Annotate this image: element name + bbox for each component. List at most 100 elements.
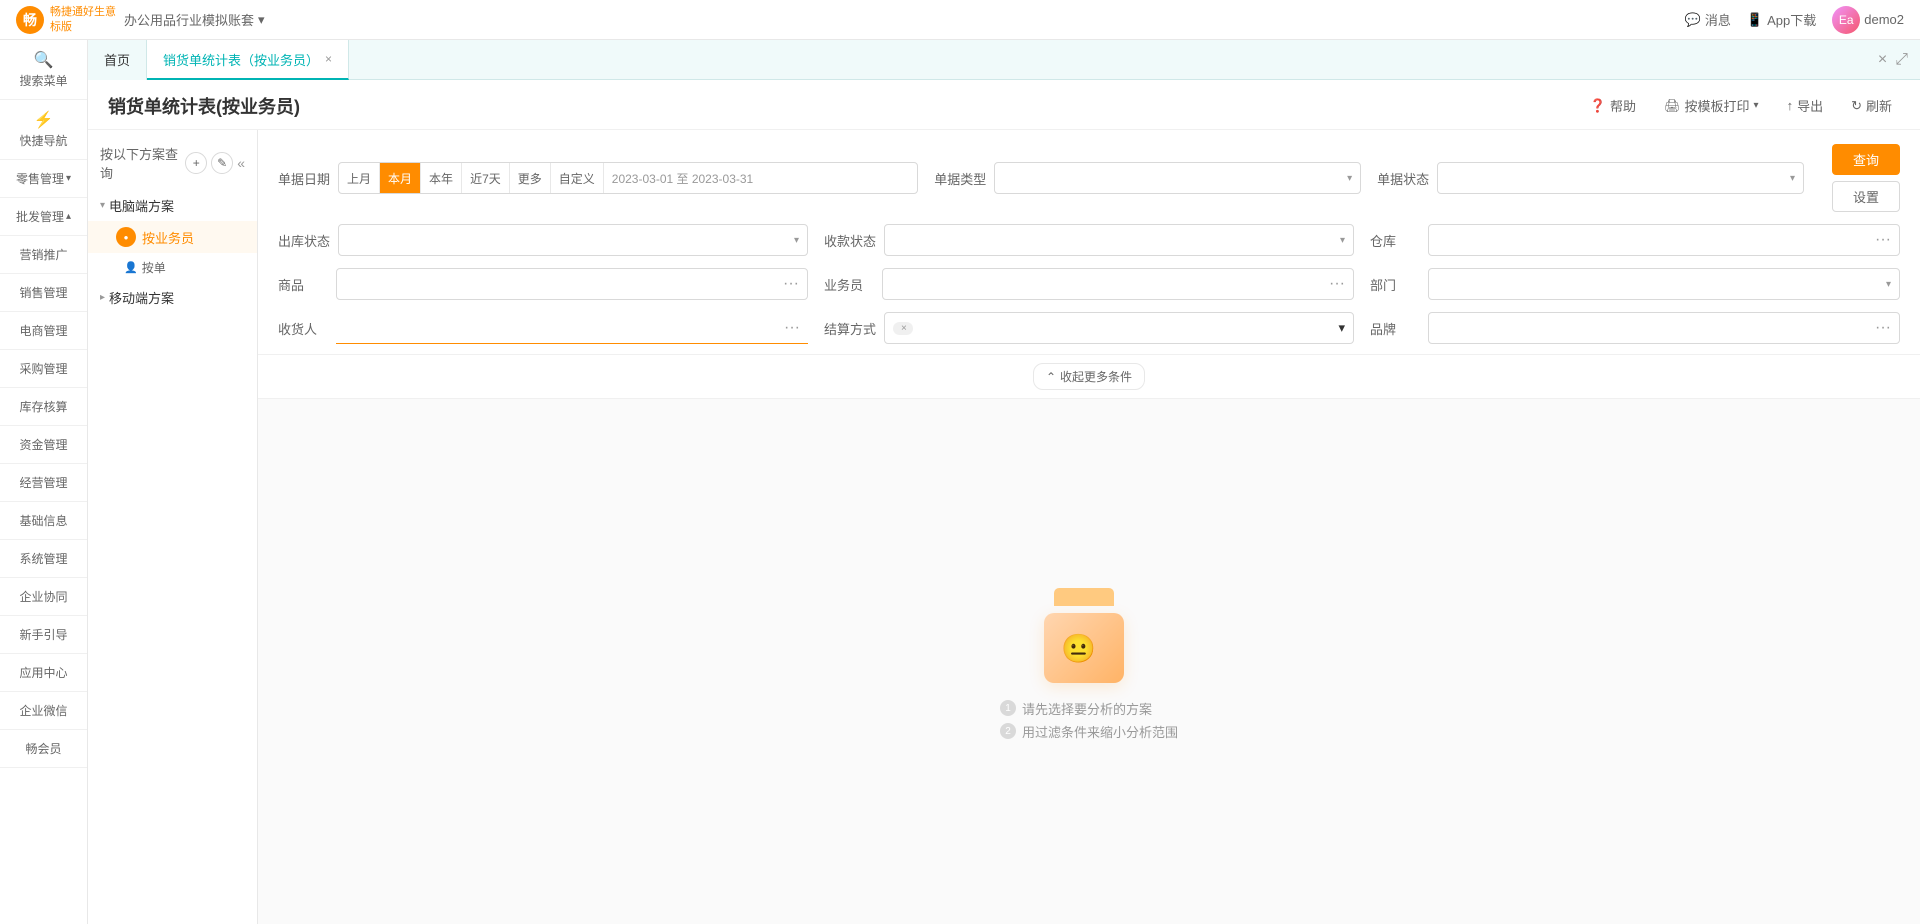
receiver-input[interactable]: ··· bbox=[336, 312, 808, 344]
filter-staff: 业务员 ··· bbox=[824, 268, 1354, 300]
help-button[interactable]: ❓ 帮助 bbox=[1582, 92, 1644, 119]
breadcrumb-arrow-icon: ▾ bbox=[258, 12, 265, 28]
page-header-actions: ❓ 帮助 🖨 按模板打印 ▾ ↑ 导出 ↻ 刷新 bbox=[1582, 92, 1900, 119]
sidebar-item-wechat[interactable]: 企业微信 bbox=[0, 692, 87, 730]
page-title: 销货单统计表(按业务员) bbox=[108, 93, 300, 119]
nav-icon: ⚡ bbox=[4, 110, 83, 130]
refresh-button[interactable]: ↻ 刷新 bbox=[1843, 92, 1900, 119]
sidebar-item-retail[interactable]: 零售管理 ▾ bbox=[0, 160, 87, 198]
filter-row-4: 收货人 ··· 结算方式 bbox=[278, 312, 1900, 344]
sidebar-item-inventory[interactable]: 库存核算 bbox=[0, 388, 87, 426]
settle-clear-icon[interactable]: × bbox=[901, 323, 907, 334]
tab-bar-end: × ⤢ bbox=[1878, 51, 1920, 69]
date-btn-last-month[interactable]: 上月 bbox=[339, 163, 380, 193]
tab-expand-icon[interactable]: ⤢ bbox=[1895, 51, 1908, 69]
filter-receiver: 收货人 ··· bbox=[278, 312, 808, 344]
scheme-item-by-doc[interactable]: 👤 按单 bbox=[88, 253, 257, 282]
sidebar-item-operations[interactable]: 经营管理 bbox=[0, 464, 87, 502]
settle-select[interactable]: × ▾ bbox=[884, 312, 1354, 344]
breadcrumb[interactable]: 办公用品行业模拟账套 ▾ bbox=[124, 10, 265, 29]
group-arrow-icon: ▾ bbox=[100, 200, 105, 211]
sidebar-item-enterprise[interactable]: 企业协同 bbox=[0, 578, 87, 616]
sidebar-item-system[interactable]: 系统管理 bbox=[0, 540, 87, 578]
tab-active[interactable]: 销货单统计表（按业务员） × bbox=[147, 40, 349, 80]
date-btn-custom[interactable]: 自定义 bbox=[551, 163, 604, 193]
receipt-status-arrow-icon: ▾ bbox=[1340, 235, 1345, 246]
brand-select[interactable]: ··· bbox=[1428, 312, 1900, 344]
filter-doc-type: 单据类型 ▾ bbox=[934, 162, 1361, 194]
out-status-arrow-icon: ▾ bbox=[794, 235, 799, 246]
page-content: 销货单统计表(按业务员) ❓ 帮助 🖨 按模板打印 ▾ ↑ 导出 bbox=[88, 80, 1920, 924]
scheme-active-indicator: ● bbox=[116, 227, 136, 247]
sidebar-item-member[interactable]: 畅会员 bbox=[0, 730, 87, 768]
staff-ellipsis-icon: ··· bbox=[1329, 276, 1345, 292]
collapse-row: ⌃ 收起更多条件 bbox=[258, 355, 1920, 399]
filter-doc-status: 单据状态 ▾ bbox=[1377, 162, 1804, 194]
doc-type-select[interactable]: ▾ bbox=[994, 162, 1361, 194]
sidebar-item-finance[interactable]: 资金管理 bbox=[0, 426, 87, 464]
sidebar-item-quicknav[interactable]: ⚡ 快捷导航 bbox=[0, 100, 87, 160]
doc-status-arrow-icon: ▾ bbox=[1790, 173, 1795, 184]
date-btn-this-year[interactable]: 本年 bbox=[421, 163, 462, 193]
scheme-group-mobile-header[interactable]: ▸ 移动端方案 bbox=[88, 282, 257, 313]
settle-clear-tag: × bbox=[893, 322, 913, 335]
sidebar-item-basic[interactable]: 基础信息 bbox=[0, 502, 87, 540]
logo-text: 畅捷通好生意 标版 bbox=[50, 5, 116, 34]
sidebar-item-newuser[interactable]: 新手引导 bbox=[0, 616, 87, 654]
date-btn-more[interactable]: 更多 bbox=[510, 163, 551, 193]
help-icon: ❓ bbox=[1590, 98, 1606, 114]
user-menu-button[interactable]: Ea demo2 bbox=[1832, 6, 1904, 34]
filter-settle: 结算方式 × ▾ bbox=[824, 312, 1354, 344]
staff-select[interactable]: ··· bbox=[882, 268, 1354, 300]
tab-close-btn[interactable]: × bbox=[1878, 51, 1887, 69]
app-download-button[interactable]: 📱 App下载 bbox=[1747, 10, 1816, 29]
scheme-item-by-staff[interactable]: ● 按业务员 bbox=[88, 221, 257, 253]
sidebar-item-sales[interactable]: 销售管理 bbox=[0, 274, 87, 312]
scheme-collapse-button[interactable]: « bbox=[237, 155, 245, 171]
receipt-status-select[interactable]: ▾ bbox=[884, 224, 1354, 256]
sidebar-item-search[interactable]: 🔍 搜索菜单 bbox=[0, 40, 87, 100]
sidebar-item-purchase[interactable]: 采购管理 bbox=[0, 350, 87, 388]
print-arrow-icon: ▾ bbox=[1754, 100, 1759, 111]
warehouse-ellipsis-icon: ··· bbox=[1875, 232, 1891, 248]
sidebar-item-ecommerce[interactable]: 电商管理 bbox=[0, 312, 87, 350]
filter-area: 单据日期 上月 本月 本年 近7天 更多 自定义 2023-03-01 bbox=[258, 130, 1920, 355]
collapse-button[interactable]: ⌃ 收起更多条件 bbox=[1033, 363, 1145, 390]
filter-brand: 品牌 ··· bbox=[1370, 312, 1900, 344]
date-range-display: 2023-03-01 至 2023-03-31 bbox=[604, 170, 761, 187]
message-button[interactable]: 💬 消息 bbox=[1685, 10, 1731, 29]
empty-illustration: 😐 bbox=[1029, 583, 1149, 683]
sidebar-item-marketing[interactable]: 营销推广 bbox=[0, 236, 87, 274]
sidebar-item-apps[interactable]: 应用中心 bbox=[0, 654, 87, 692]
date-btn-this-month[interactable]: 本月 bbox=[380, 163, 421, 193]
warehouse-select[interactable]: ··· bbox=[1428, 224, 1900, 256]
filter-row-3: 商品 ··· 业务员 ··· bbox=[278, 268, 1900, 300]
date-btn-7days[interactable]: 近7天 bbox=[462, 163, 510, 193]
message-icon: 💬 bbox=[1685, 12, 1701, 28]
department-arrow-icon: ▾ bbox=[1886, 279, 1891, 290]
scheme-edit-button[interactable]: ✎ bbox=[211, 152, 233, 174]
query-button[interactable]: 查询 bbox=[1832, 144, 1900, 175]
collapse-up-icon: ⌃ bbox=[1046, 370, 1056, 384]
export-icon: ↑ bbox=[1787, 98, 1794, 113]
tab-home[interactable]: 首页 bbox=[88, 40, 147, 80]
step-2-number: 2 bbox=[1000, 723, 1016, 739]
refresh-icon: ↻ bbox=[1851, 98, 1862, 114]
sidebar-item-wholesale[interactable]: 批发管理 ▴ bbox=[0, 198, 87, 236]
template-print-button[interactable]: 🖨 按模板打印 ▾ bbox=[1656, 92, 1767, 119]
search-icon: 🔍 bbox=[4, 50, 83, 70]
settings-button[interactable]: 设置 bbox=[1832, 181, 1900, 212]
scheme-group-desktop-header[interactable]: ▾ 电脑端方案 bbox=[88, 190, 257, 221]
out-status-select[interactable]: ▾ bbox=[338, 224, 808, 256]
doc-status-select[interactable]: ▾ bbox=[1437, 162, 1804, 194]
export-button[interactable]: ↑ 导出 bbox=[1779, 92, 1832, 119]
goods-select[interactable]: ··· bbox=[336, 268, 808, 300]
tab-close-icon[interactable]: × bbox=[325, 52, 332, 66]
page-header: 销货单统计表(按业务员) ❓ 帮助 🖨 按模板打印 ▾ ↑ 导出 bbox=[88, 80, 1920, 130]
logo-icon: 畅 bbox=[16, 6, 44, 34]
date-filter-control[interactable]: 上月 本月 本年 近7天 更多 自定义 2023-03-01 至 2023-03… bbox=[338, 162, 918, 194]
department-select[interactable]: ▾ bbox=[1428, 268, 1900, 300]
scheme-add-button[interactable]: + bbox=[185, 152, 207, 174]
print-icon: 🖨 bbox=[1664, 98, 1681, 114]
tab-bar: 首页 销货单统计表（按业务员） × × ⤢ bbox=[88, 40, 1920, 80]
